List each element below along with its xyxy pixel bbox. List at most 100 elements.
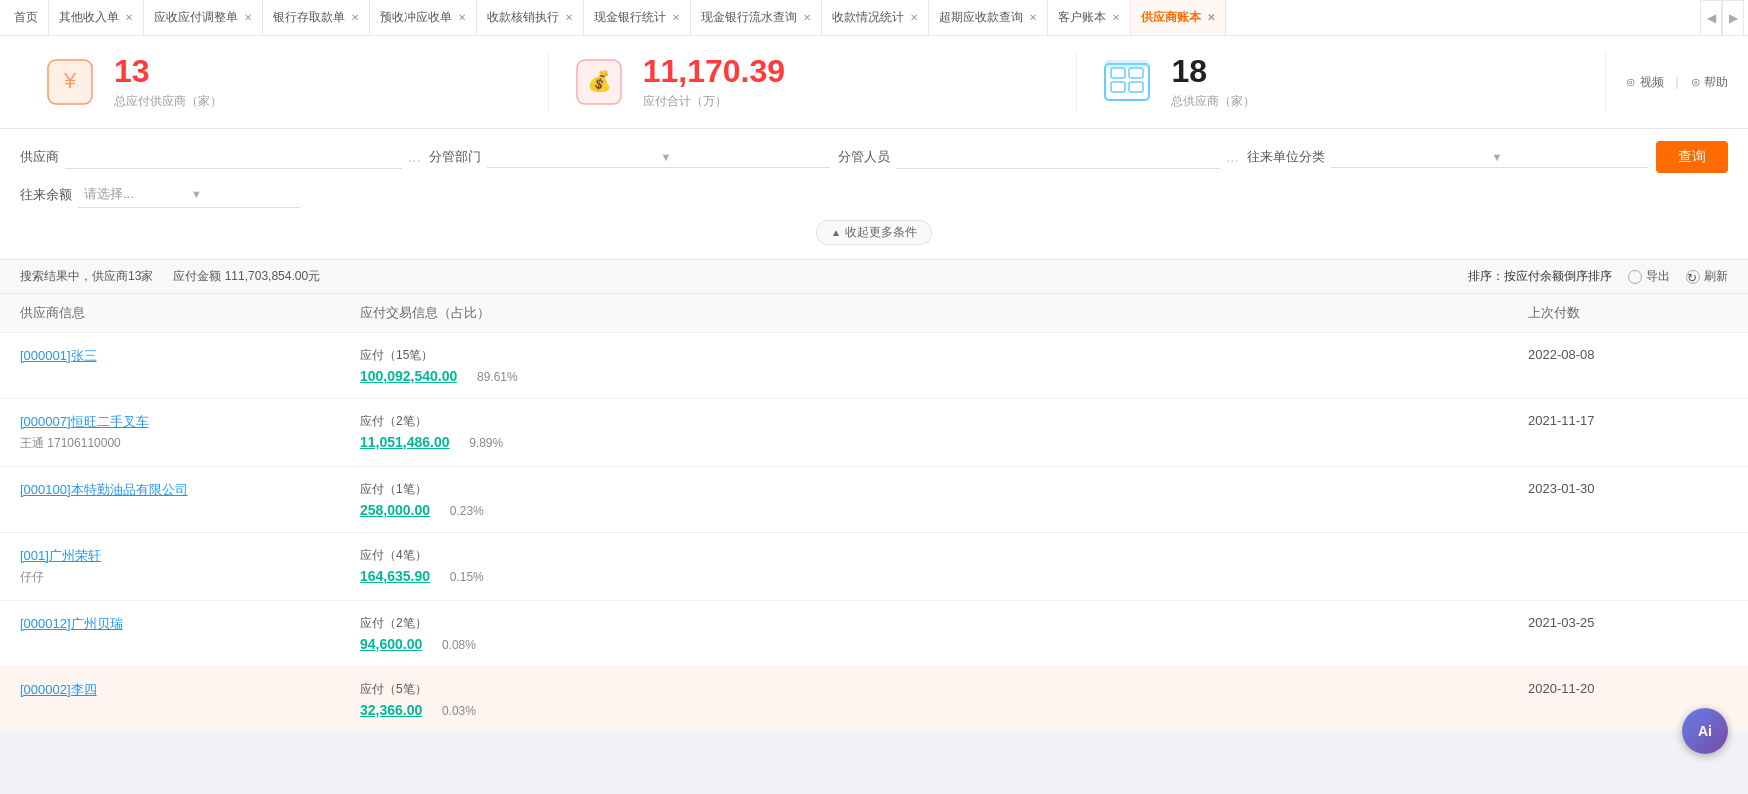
balance-filter-label: 往来余额: [20, 186, 72, 204]
tx-amount-4[interactable]: 164,635.90: [360, 568, 430, 584]
nav-tab-paystat[interactable]: 收款情况统计 ✕: [822, 0, 929, 36]
export-button[interactable]: 导出: [1628, 268, 1670, 285]
nav-tab-income[interactable]: 其他收入单 ✕: [49, 0, 144, 36]
person-dots-icon[interactable]: ...: [1226, 148, 1239, 166]
table-row: [000002]李四 应付（5笔） 32,366.00 0.03% 2020-1…: [0, 667, 1748, 733]
nav-tab-paystat-label: 收款情况统计: [832, 9, 904, 26]
payable-suppliers-label: 总应付供应商（家）: [114, 93, 528, 110]
filter-item-balance: 往来余额 请选择... ▼: [20, 181, 300, 208]
supplier-link-6[interactable]: [000002]李四: [20, 682, 97, 697]
filter-row-2: 往来余额 请选择... ▼: [20, 181, 1728, 208]
close-icon-cashstat[interactable]: ✕: [672, 12, 680, 23]
close-icon-paystat[interactable]: ✕: [910, 12, 918, 23]
lastpay-6: 2020-11-20: [1528, 681, 1728, 696]
person-input[interactable]: [896, 145, 1220, 169]
close-icon-bank[interactable]: ✕: [351, 12, 359, 23]
nav-tab-precharge[interactable]: 预收冲应收单 ✕: [370, 0, 477, 36]
payable-amount-number: 11,170.39: [643, 54, 1057, 89]
close-icon-writeoff[interactable]: ✕: [565, 12, 573, 23]
tx-amount-2[interactable]: 11,051,486.00: [360, 434, 450, 450]
nav-tab-cashflow[interactable]: 现金银行流水查询 ✕: [691, 0, 822, 36]
close-icon-income[interactable]: ✕: [125, 12, 133, 23]
col-header-lastpay: 上次付数: [1528, 304, 1728, 322]
dept-dropdown-icon: ▼: [661, 151, 825, 163]
supplier-link-4[interactable]: [001]广州荣轩: [20, 548, 101, 563]
nav-tab-supplierbook-label: 供应商账本: [1141, 9, 1201, 26]
summary-links: ⊙ 视频 | ⊙ 帮助: [1606, 74, 1728, 91]
dept-select[interactable]: ▼: [487, 147, 830, 168]
result-text-suppliers: 搜索结果中，供应商13家: [20, 268, 153, 285]
close-icon-supplierbook[interactable]: ✕: [1207, 12, 1215, 23]
summary-info-total-suppliers: 18 总供应商（家）: [1171, 54, 1585, 110]
nav-tab-writeoff[interactable]: 收款核销执行 ✕: [477, 0, 584, 36]
supplier-info-1: [000001]张三: [20, 347, 360, 365]
supplier-link-5[interactable]: [000012]广州贝瑞: [20, 616, 123, 631]
close-icon-adjust[interactable]: ✕: [244, 12, 252, 23]
supplier-input[interactable]: [65, 145, 402, 169]
transaction-info-4: 应付（4笔） 164,635.90 0.15%: [360, 547, 1528, 584]
supplier-sub-2: 王通 17106110000: [20, 435, 360, 452]
video-link[interactable]: ⊙ 视频: [1626, 74, 1663, 91]
tx-amount-3[interactable]: 258,000.00: [360, 502, 430, 518]
supplier-filter-label: 供应商: [20, 148, 59, 166]
col-header-transaction: 应付交易信息（占比）: [360, 304, 1528, 322]
tx-label-5: 应付（2笔）: [360, 615, 1528, 632]
tx-label-4: 应付（4笔）: [360, 547, 1528, 564]
svg-rect-6: [1129, 68, 1143, 78]
lastpay-2: 2021-11-17: [1528, 413, 1728, 428]
person-filter-label: 分管人员: [838, 148, 890, 166]
close-icon-overdue[interactable]: ✕: [1029, 12, 1037, 23]
total-suppliers-number: 18: [1171, 54, 1585, 89]
supplier-link-2[interactable]: [000007]恒旺二手叉车: [20, 414, 149, 429]
filter-item-person: 分管人员 ...: [838, 145, 1239, 169]
summary-card-payable-suppliers: ¥ 13 总应付供应商（家）: [20, 52, 549, 112]
nav-tab-overdue[interactable]: 超期应收款查询 ✕: [929, 0, 1048, 36]
tx-amount-6[interactable]: 32,366.00: [360, 702, 422, 718]
ai-button-label: Ai: [1698, 723, 1712, 733]
top-nav: 首页 其他收入单 ✕ 应收应付调整单 ✕ 银行存取款单 ✕ 预收冲应收单 ✕ 收…: [0, 0, 1748, 36]
table-row: [000012]广州贝瑞 应付（2笔） 94,600.00 0.08% 2021…: [0, 601, 1748, 667]
nav-arrow-right[interactable]: ▶: [1722, 0, 1744, 36]
tx-amount-5[interactable]: 94,600.00: [360, 636, 422, 652]
balance-dropdown-icon: ▼: [191, 188, 294, 200]
filter-item-dept: 分管部门 ▼: [429, 147, 830, 168]
category-select[interactable]: ▼: [1331, 147, 1648, 168]
help-link[interactable]: ⊙ 帮助: [1691, 74, 1728, 91]
close-icon-cashflow[interactable]: ✕: [803, 12, 811, 23]
summary-row: ¥ 13 总应付供应商（家） 💰 11,170.39 应付合计（万）: [0, 36, 1748, 129]
tx-percent-2: 9.89%: [469, 436, 503, 450]
sort-label[interactable]: 排序：按应付余额倒序排序: [1468, 268, 1612, 285]
supplier-sub-4: 仔仔: [20, 569, 360, 586]
supplier-link-1[interactable]: [000001]张三: [20, 348, 97, 363]
summary-info-payable-suppliers: 13 总应付供应商（家）: [114, 54, 528, 110]
col-header-supplier: 供应商信息: [20, 304, 360, 322]
nav-tab-supplierbook[interactable]: 供应商账本 ✕: [1131, 0, 1226, 36]
tx-amount-1[interactable]: 100,092,540.00: [360, 368, 457, 384]
nav-tab-adjust[interactable]: 应收应付调整单 ✕: [144, 0, 263, 36]
close-icon-precharge[interactable]: ✕: [458, 12, 466, 23]
export-label: 导出: [1646, 268, 1670, 285]
total-suppliers-label: 总供应商（家）: [1171, 93, 1585, 110]
nav-arrow-left[interactable]: ◀: [1700, 0, 1722, 36]
transaction-info-2: 应付（2笔） 11,051,486.00 9.89%: [360, 413, 1528, 450]
supplier-info-4: [001]广州荣轩 仔仔: [20, 547, 360, 586]
nav-tab-cashstat[interactable]: 现金银行统计 ✕: [584, 0, 691, 36]
nav-tab-custbook[interactable]: 客户账本 ✕: [1048, 0, 1131, 36]
nav-tab-cashflow-label: 现金银行流水查询: [701, 9, 797, 26]
refresh-button[interactable]: ↻ 刷新: [1686, 268, 1728, 285]
supplier-icon-3: [1097, 52, 1157, 112]
supplier-dots-icon[interactable]: ...: [408, 148, 421, 166]
nav-tab-bank[interactable]: 银行存取款单 ✕: [263, 0, 370, 36]
transaction-info-6: 应付（5笔） 32,366.00 0.03%: [360, 681, 1528, 718]
search-button[interactable]: 查询: [1656, 141, 1728, 173]
close-icon-custbook[interactable]: ✕: [1112, 12, 1120, 23]
nav-tab-home-label: 首页: [14, 9, 38, 26]
nav-tab-home[interactable]: 首页: [4, 0, 49, 36]
balance-select[interactable]: 请选择... ▼: [78, 181, 300, 208]
supplier-icon-2: 💰: [569, 52, 629, 112]
nav-tab-writeoff-label: 收款核销执行: [487, 9, 559, 26]
supplier-link-3[interactable]: [000100]本特勤油品有限公司: [20, 482, 188, 497]
payable-suppliers-number: 13: [114, 54, 528, 89]
collapse-button[interactable]: ▲ 收起更多条件: [816, 220, 932, 245]
tx-label-6: 应付（5笔）: [360, 681, 1528, 698]
